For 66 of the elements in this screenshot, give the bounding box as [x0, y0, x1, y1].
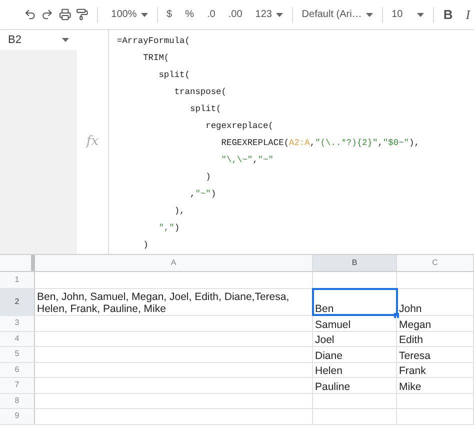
cell-text: Pauline — [315, 380, 350, 392]
font-dropdown[interactable]: Default (Ari… — [298, 2, 377, 26]
formula-editor[interactable]: =ArrayFormula( TRIM( split( transpose( split( regexreplace( REGEXREPLACE(A2:A,"(\..*?){2}","$0~"), "\,\~","~" ) ,"~") ), ",") ) — [109, 30, 474, 254]
formula-line: =ArrayFormula( — [117, 35, 191, 48]
redo-icon[interactable] — [41, 7, 54, 22]
formula-line: split( — [158, 69, 191, 82]
number-format-dropdown[interactable]: 123 — [251, 2, 287, 26]
table-cell[interactable]: Pauline — [313, 378, 397, 392]
caret-icon — [62, 38, 69, 42]
table-cell[interactable]: Megan — [397, 316, 474, 330]
cell-text: Ben — [315, 303, 334, 315]
formula-line: transpose( — [173, 86, 228, 99]
formula-line: REGEXREPLACE(A2:A,"(\..*?){2}","$0~"), — [220, 137, 420, 150]
paint-format-icon[interactable] — [76, 7, 88, 22]
fx-label: fx — [86, 133, 99, 152]
bold-button[interactable]: B — [439, 2, 457, 26]
print-icon[interactable] — [58, 7, 71, 22]
table-cell[interactable]: Samuel — [313, 316, 397, 330]
percent-button[interactable]: % — [181, 2, 198, 26]
cell-text: Mike — [399, 380, 422, 392]
formula-line: ,"~") — [188, 188, 218, 201]
cell-text: Megan — [399, 318, 432, 330]
decrease-decimals-button[interactable]: .0 — [203, 2, 220, 26]
cell-text: Joel — [315, 334, 334, 346]
currency-button[interactable]: $ — [162, 2, 176, 26]
formula-line: ",") — [158, 222, 181, 235]
font-size-dropdown[interactable]: 10 — [388, 2, 428, 26]
fill-handle[interactable] — [394, 313, 399, 318]
table-cell[interactable]: Helen — [313, 362, 397, 377]
table-cell[interactable]: Edith — [397, 332, 474, 346]
table-cell[interactable]: Ben — [313, 289, 397, 315]
caret-icon — [366, 12, 373, 16]
undo-icon[interactable] — [24, 7, 36, 22]
zoom-dropdown[interactable]: 100% — [107, 2, 152, 26]
row-header[interactable]: 2 — [0, 289, 35, 315]
table-cell[interactable]: Teresa — [397, 347, 474, 362]
table-cell[interactable]: Frank — [397, 362, 474, 377]
caret-icon — [276, 12, 283, 16]
caret-icon — [140, 12, 148, 16]
cell-text: Samuel — [315, 318, 351, 330]
cell-text: Teresa — [399, 350, 431, 362]
caret-icon — [417, 12, 424, 16]
column-header[interactable]: B — [313, 255, 397, 271]
table-cell[interactable]: John — [397, 289, 474, 315]
formula-line: split( — [188, 103, 222, 116]
cell-text: Diane — [315, 350, 342, 362]
cell-text: Frank — [399, 365, 426, 377]
formula-line: ), — [173, 205, 186, 218]
cell-text: John — [399, 303, 422, 315]
formula-line: ) — [142, 239, 150, 252]
italic-button[interactable]: I — [462, 2, 474, 26]
cell-text: Helen — [315, 365, 342, 377]
formula-line: ) — [204, 171, 212, 184]
increase-decimals-button[interactable]: .00 — [224, 2, 246, 26]
formula-line: TRIM( — [142, 52, 170, 65]
formula-line: "\,\~","~" — [220, 154, 274, 167]
row-header[interactable]: 1 — [0, 272, 35, 288]
cell-text: Ben, John, Samuel, Megan, Joel, Edith, Diane,Teresa, Helen, Frank, Pauline, Mike — [37, 291, 290, 315]
name-box[interactable]: B2 — [0, 30, 77, 50]
row-header[interactable]: 4 — [0, 332, 35, 346]
table-cell[interactable]: Ben, John, Samuel, Megan, Joel, Edith, Diane,Teresa, Helen, Frank, Pauline, Mike — [35, 289, 313, 315]
table-cell[interactable]: Diane — [313, 347, 397, 362]
formula-line: regexreplace( — [204, 120, 274, 133]
table-cell[interactable]: Joel — [313, 332, 397, 346]
cell-text: Edith — [399, 334, 423, 346]
table-cell[interactable]: Mike — [397, 378, 474, 392]
